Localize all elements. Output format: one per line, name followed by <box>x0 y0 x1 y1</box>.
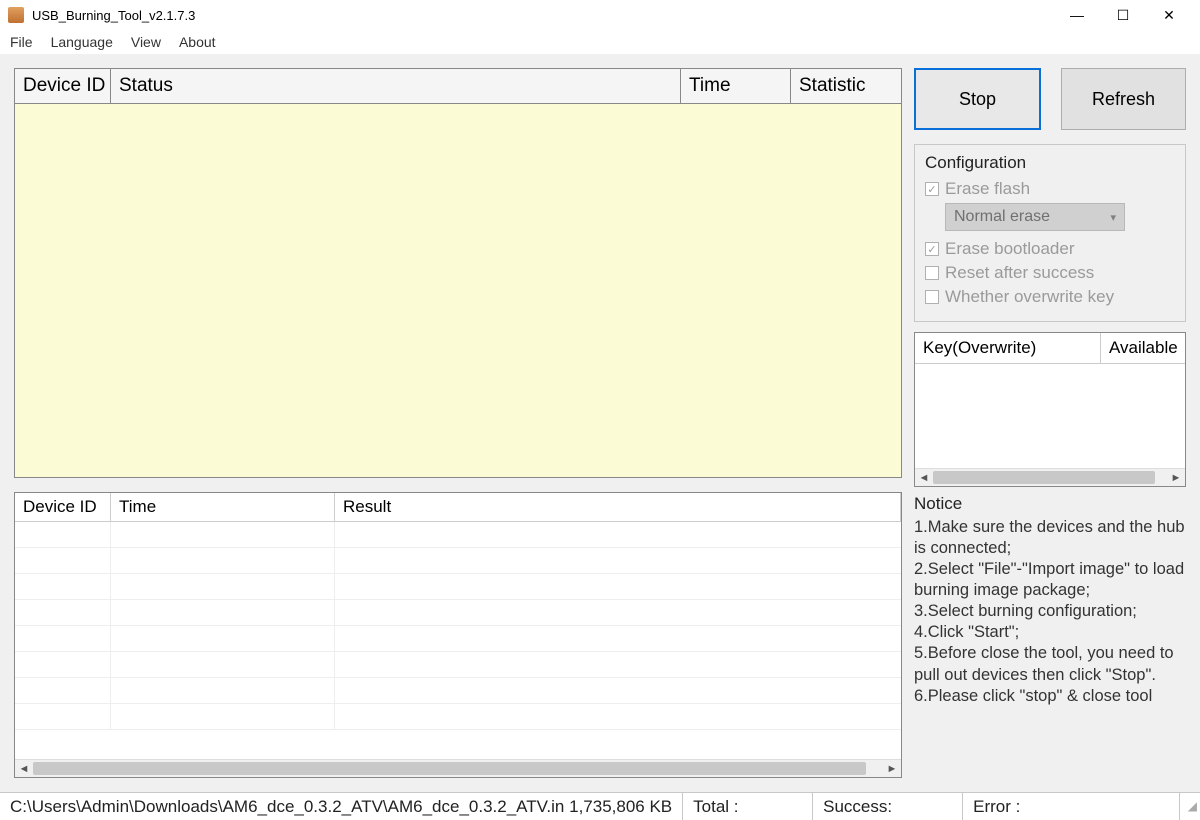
reset-after-success-checkbox[interactable]: Reset after success <box>925 263 1175 283</box>
notice-panel: Notice 1.Make sure the devices and the h… <box>914 493 1186 778</box>
checkbox-icon: ✓ <box>925 182 939 196</box>
col-available[interactable]: Available <box>1101 333 1185 363</box>
col-key[interactable]: Key(Overwrite) <box>915 333 1101 363</box>
menu-about[interactable]: About <box>179 34 216 50</box>
statusbar: C:\Users\Admin\Downloads\AM6_dce_0.3.2_A… <box>0 792 1200 820</box>
overwrite-key-label: Whether overwrite key <box>945 287 1114 307</box>
menu-file[interactable]: File <box>10 34 33 50</box>
notice-line: 5.Before close the tool, you need to pul… <box>914 643 1186 685</box>
device-grid-body <box>15 104 901 477</box>
right-column: Stop Refresh Configuration ✓ Erase flash… <box>914 68 1186 778</box>
scroll-track[interactable] <box>933 469 1167 486</box>
refresh-button[interactable]: Refresh <box>1061 68 1186 130</box>
status-error: Error : <box>963 793 1180 820</box>
checkbox-icon <box>925 290 939 304</box>
client-area: Device ID Status Time Statistic Device I… <box>0 54 1200 792</box>
key-table-body <box>915 364 1185 468</box>
col-result[interactable]: Result <box>335 493 901 522</box>
status-total: Total : <box>683 793 813 820</box>
reset-after-success-label: Reset after success <box>945 263 1094 283</box>
key-table-header: Key(Overwrite) Available <box>915 333 1185 364</box>
left-column: Device ID Status Time Statistic Device I… <box>14 68 902 778</box>
status-path: C:\Users\Admin\Downloads\AM6_dce_0.3.2_A… <box>10 797 564 817</box>
configuration-legend: Configuration <box>925 153 1175 173</box>
maximize-button[interactable]: ☐ <box>1100 0 1146 30</box>
table-row <box>15 522 901 548</box>
scroll-thumb[interactable] <box>933 471 1155 484</box>
device-grid[interactable]: Device ID Status Time Statistic <box>14 68 902 478</box>
window-title: USB_Burning_Tool_v2.1.7.3 <box>32 8 1054 23</box>
scroll-right-icon[interactable]: ► <box>883 760 901 777</box>
key-table[interactable]: Key(Overwrite) Available ◄ ► <box>914 332 1186 487</box>
menubar: File Language View About <box>0 30 1200 54</box>
erase-flash-label: Erase flash <box>945 179 1030 199</box>
scroll-right-icon[interactable]: ► <box>1167 469 1185 486</box>
erase-bootloader-label: Erase bootloader <box>945 239 1074 259</box>
key-table-scrollbar[interactable]: ◄ ► <box>915 468 1185 486</box>
table-row <box>15 574 901 600</box>
col-statistic[interactable]: Statistic <box>791 69 901 104</box>
col-status[interactable]: Status <box>111 69 681 104</box>
configuration-group: Configuration ✓ Erase flash Normal erase… <box>914 144 1186 322</box>
notice-title: Notice <box>914 493 1186 515</box>
result-grid-scrollbar[interactable]: ◄ ► <box>15 759 901 777</box>
scroll-thumb[interactable] <box>33 762 866 775</box>
overwrite-key-checkbox[interactable]: Whether overwrite key <box>925 287 1175 307</box>
titlebar: USB_Burning_Tool_v2.1.7.3 — ☐ ✕ <box>0 0 1200 30</box>
result-grid[interactable]: Device ID Time Result ◄ ► <box>14 492 902 778</box>
app-icon <box>8 7 24 23</box>
erase-mode-select[interactable]: Normal erase ▾ <box>945 203 1125 231</box>
notice-line: 2.Select "File"-"Import image" to load b… <box>914 559 1186 601</box>
table-row <box>15 548 901 574</box>
resize-grip-icon[interactable]: ◢ <box>1180 799 1200 815</box>
notice-line: 6.Please click "stop" & close tool <box>914 686 1186 707</box>
scroll-track[interactable] <box>33 760 883 777</box>
scroll-left-icon[interactable]: ◄ <box>15 760 33 777</box>
result-grid-body <box>15 522 901 759</box>
erase-mode-value: Normal erase <box>954 208 1050 226</box>
status-success: Success: <box>813 793 963 820</box>
table-row <box>15 678 901 704</box>
scroll-left-icon[interactable]: ◄ <box>915 469 933 486</box>
device-grid-header: Device ID Status Time Statistic <box>15 69 901 104</box>
table-row <box>15 626 901 652</box>
col-device-id[interactable]: Device ID <box>15 69 111 104</box>
erase-flash-checkbox[interactable]: ✓ Erase flash <box>925 179 1175 199</box>
stop-button[interactable]: Stop <box>914 68 1041 130</box>
close-button[interactable]: ✕ <box>1146 0 1192 30</box>
col-result-device-id[interactable]: Device ID <box>15 493 111 522</box>
table-row <box>15 600 901 626</box>
menu-view[interactable]: View <box>131 34 161 50</box>
minimize-button[interactable]: — <box>1054 0 1100 30</box>
table-row <box>15 704 901 730</box>
col-time[interactable]: Time <box>681 69 791 104</box>
checkbox-icon <box>925 266 939 280</box>
notice-line: 4.Click "Start"; <box>914 622 1186 643</box>
table-row <box>15 652 901 678</box>
chevron-down-icon: ▾ <box>1110 211 1116 224</box>
result-grid-header: Device ID Time Result <box>15 493 901 522</box>
menu-language[interactable]: Language <box>51 34 113 50</box>
checkbox-icon: ✓ <box>925 242 939 256</box>
col-result-time[interactable]: Time <box>111 493 335 522</box>
status-size: 1,735,806 KB <box>569 797 672 817</box>
notice-line: 1.Make sure the devices and the hub is c… <box>914 517 1186 559</box>
notice-line: 3.Select burning configuration; <box>914 601 1186 622</box>
erase-bootloader-checkbox[interactable]: ✓ Erase bootloader <box>925 239 1175 259</box>
